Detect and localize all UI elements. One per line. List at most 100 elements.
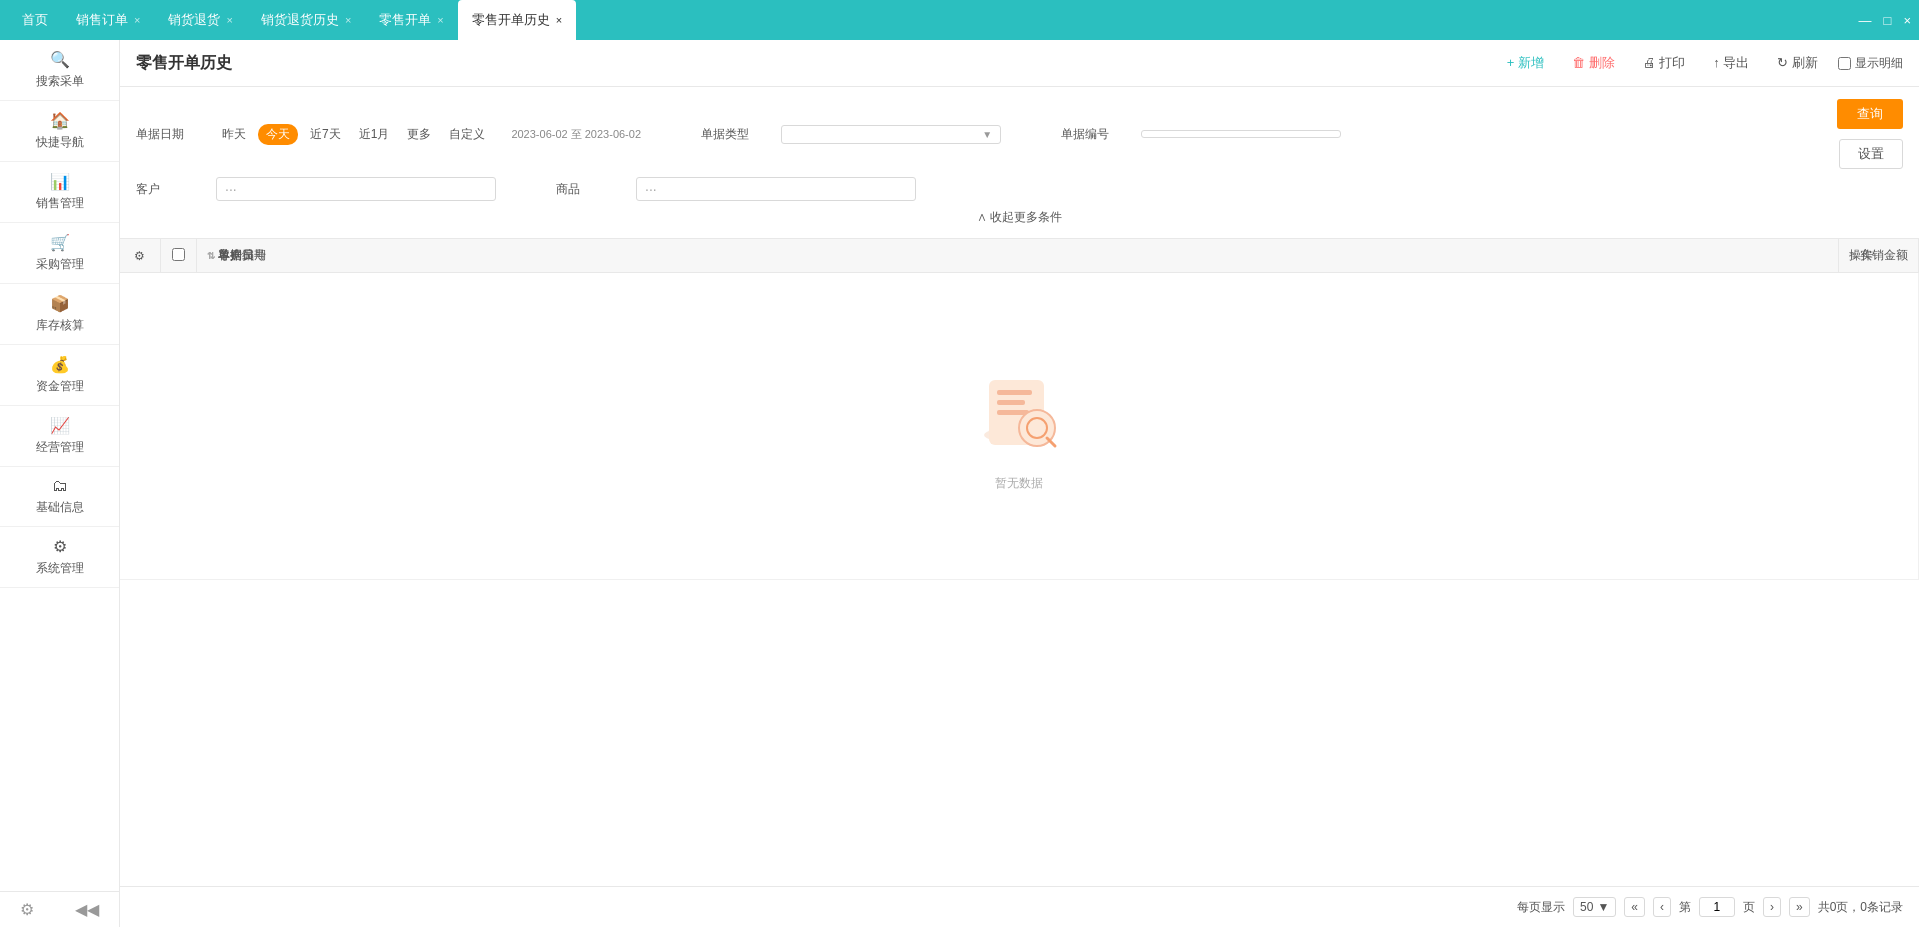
- settings-bottom-icon[interactable]: ⚙: [20, 900, 34, 919]
- bill-no-label: 单据编号: [1061, 126, 1121, 143]
- page-size-label: 每页显示: [1517, 899, 1565, 916]
- delete-button[interactable]: 🗑 删除: [1564, 50, 1623, 76]
- date-range: 2023-06-02 至 2023-06-02: [511, 127, 641, 142]
- page-title: 零售开单历史: [136, 53, 232, 74]
- bill-type-select[interactable]: ▼: [781, 125, 1001, 144]
- system-icon: ⚙: [53, 537, 67, 556]
- set-button[interactable]: 设置: [1839, 139, 1903, 169]
- sidebar-item-sales[interactable]: 📊 销售管理: [0, 162, 119, 223]
- finance-icon: 💰: [50, 355, 70, 374]
- sidebar-bottom: ⚙ ◀◀: [0, 891, 119, 927]
- print-button[interactable]: 🖨 打印: [1635, 50, 1694, 76]
- col-gear[interactable]: ⚙: [120, 239, 160, 273]
- date-label: 单据日期: [136, 126, 196, 143]
- top-nav: 首页 销售订单 × 销货退货 × 销货退货历史 × 零售开单 × 零售开单历史 …: [0, 0, 1919, 40]
- sales-icon: 📊: [50, 172, 70, 191]
- close-icon[interactable]: ×: [134, 14, 140, 26]
- col-check[interactable]: [160, 239, 196, 273]
- nav-tab-home[interactable]: 首页: [8, 0, 62, 40]
- sidebar-item-search[interactable]: 🔍 搜索采单: [0, 40, 119, 101]
- bill-no-input[interactable]: [1141, 130, 1341, 138]
- maximize-btn[interactable]: □: [1884, 13, 1892, 28]
- sidebar-item-system[interactable]: ⚙ 系统管理: [0, 527, 119, 588]
- window-controls: — □ ×: [1859, 13, 1911, 28]
- customer-input[interactable]: ···: [216, 177, 496, 201]
- filter-row-2: 客户 ··· 商品 ···: [136, 177, 1903, 201]
- nav-tab-return[interactable]: 销货退货 ×: [154, 0, 246, 40]
- goods-picker-icon[interactable]: ···: [645, 181, 657, 197]
- nav-tab-return-history[interactable]: 销货退货历史 ×: [247, 0, 365, 40]
- prev-page-btn[interactable]: ‹: [1653, 897, 1671, 917]
- date-btn-yesterday[interactable]: 昨天: [216, 124, 252, 145]
- col-filler: [196, 239, 1839, 273]
- date-btn-custom[interactable]: 自定义: [443, 124, 491, 145]
- close-btn[interactable]: ×: [1903, 13, 1911, 28]
- bill-type-label: 单据类型: [701, 126, 761, 143]
- sidebar-item-business[interactable]: 📈 经营管理: [0, 406, 119, 467]
- collapse-filter-btn[interactable]: ∧ 收起更多条件: [136, 209, 1903, 226]
- last-page-btn[interactable]: »: [1789, 897, 1810, 917]
- customer-label: 客户: [136, 181, 196, 198]
- svg-rect-3: [997, 400, 1025, 405]
- sidebar-item-finance[interactable]: 💰 资金管理: [0, 345, 119, 406]
- close-icon[interactable]: ×: [345, 14, 351, 26]
- content-area: 零售开单历史 + 新增 🗑 删除 🖨 打印 ↑ 导出 ↻ 刷新 显示明细 单据日…: [120, 40, 1919, 927]
- date-btn-today[interactable]: 今天: [258, 124, 298, 145]
- page-size-select[interactable]: 50 ▼: [1573, 897, 1616, 917]
- empty-state: 暂无数据: [130, 280, 1908, 572]
- close-icon[interactable]: ×: [437, 14, 443, 26]
- date-btns: 昨天 今天 近7天 近1月 更多 自定义: [216, 124, 491, 145]
- page-label: 第: [1679, 899, 1691, 916]
- nav-tabs: 首页 销售订单 × 销货退货 × 销货退货历史 × 零售开单 × 零售开单历史 …: [8, 0, 1859, 40]
- total-label: 共0页，0条记录: [1818, 899, 1903, 916]
- page-number-input[interactable]: [1699, 897, 1735, 917]
- purchase-icon: 🛒: [50, 233, 70, 252]
- goods-label: 商品: [556, 181, 616, 198]
- sidebar-item-purchase[interactable]: 🛒 采购管理: [0, 223, 119, 284]
- filter-area: 单据日期 昨天 今天 近7天 近1月 更多 自定义 2023-06-02 至 2…: [120, 87, 1919, 239]
- empty-illustration: [969, 360, 1069, 463]
- show-detail-checkbox[interactable]: 显示明细: [1838, 55, 1903, 72]
- main-layout: 🔍 搜索采单 🏠 快捷导航 📊 销售管理 🛒 采购管理 📦 库存核算 💰 资金管…: [0, 40, 1919, 927]
- home-icon: 🏠: [50, 111, 70, 130]
- sort-icon: ⇅: [207, 250, 215, 261]
- inventory-icon: 📦: [50, 294, 70, 313]
- refresh-button[interactable]: ↻ 刷新: [1769, 50, 1826, 76]
- table-wrapper: ⚙ ⇅ 单据日期 ⇅ 单据编号: [120, 239, 1919, 886]
- nav-tab-sales-order[interactable]: 销售订单 ×: [62, 0, 154, 40]
- goods-input[interactable]: ···: [636, 177, 916, 201]
- nav-tab-retail[interactable]: 零售开单 ×: [365, 0, 457, 40]
- sidebar-item-nav[interactable]: 🏠 快捷导航: [0, 101, 119, 162]
- sidebar-item-base-info[interactable]: 🗂 基础信息: [0, 467, 119, 527]
- page-header: 零售开单历史 + 新增 🗑 删除 🖨 打印 ↑ 导出 ↻ 刷新 显示明细: [120, 40, 1919, 87]
- show-detail-input[interactable]: [1838, 57, 1851, 70]
- gear-icon[interactable]: ⚙: [134, 249, 145, 263]
- svg-rect-2: [997, 390, 1032, 395]
- page-unit-label: 页: [1743, 899, 1755, 916]
- nav-tab-retail-history[interactable]: 零售开单历史 ×: [458, 0, 576, 40]
- header-actions: + 新增 🗑 删除 🖨 打印 ↑ 导出 ↻ 刷新 显示明细: [1499, 50, 1903, 76]
- minimize-btn[interactable]: —: [1859, 13, 1872, 28]
- export-button[interactable]: ↑ 导出: [1705, 50, 1757, 76]
- search-icon: 🔍: [50, 50, 70, 69]
- select-all-checkbox[interactable]: [172, 248, 185, 261]
- data-table: ⚙ ⇅ 单据日期 ⇅ 单据编号: [120, 239, 1919, 580]
- sidebar: 🔍 搜索采单 🏠 快捷导航 📊 销售管理 🛒 采购管理 📦 库存核算 💰 资金管…: [0, 40, 120, 927]
- close-icon[interactable]: ×: [556, 14, 562, 26]
- collapse-sidebar-btn[interactable]: ◀◀: [75, 900, 99, 919]
- new-button[interactable]: + 新增: [1499, 50, 1552, 76]
- date-btn-more[interactable]: 更多: [401, 124, 437, 145]
- query-button[interactable]: 查询: [1837, 99, 1903, 129]
- first-page-btn[interactable]: «: [1624, 897, 1645, 917]
- customer-picker-icon[interactable]: ···: [225, 181, 237, 197]
- sidebar-item-inventory[interactable]: 📦 库存核算: [0, 284, 119, 345]
- empty-text: 暂无数据: [995, 475, 1043, 492]
- next-page-btn[interactable]: ›: [1763, 897, 1781, 917]
- business-icon: 📈: [50, 416, 70, 435]
- close-icon[interactable]: ×: [226, 14, 232, 26]
- chevron-down-icon: ▼: [982, 129, 992, 140]
- date-btn-1month[interactable]: 近1月: [353, 124, 396, 145]
- date-btn-7days[interactable]: 近7天: [304, 124, 347, 145]
- table-footer: 每页显示 50 ▼ « ‹ 第 页 › » 共0页，0条记录: [120, 886, 1919, 927]
- base-info-icon: 🗂: [52, 477, 68, 495]
